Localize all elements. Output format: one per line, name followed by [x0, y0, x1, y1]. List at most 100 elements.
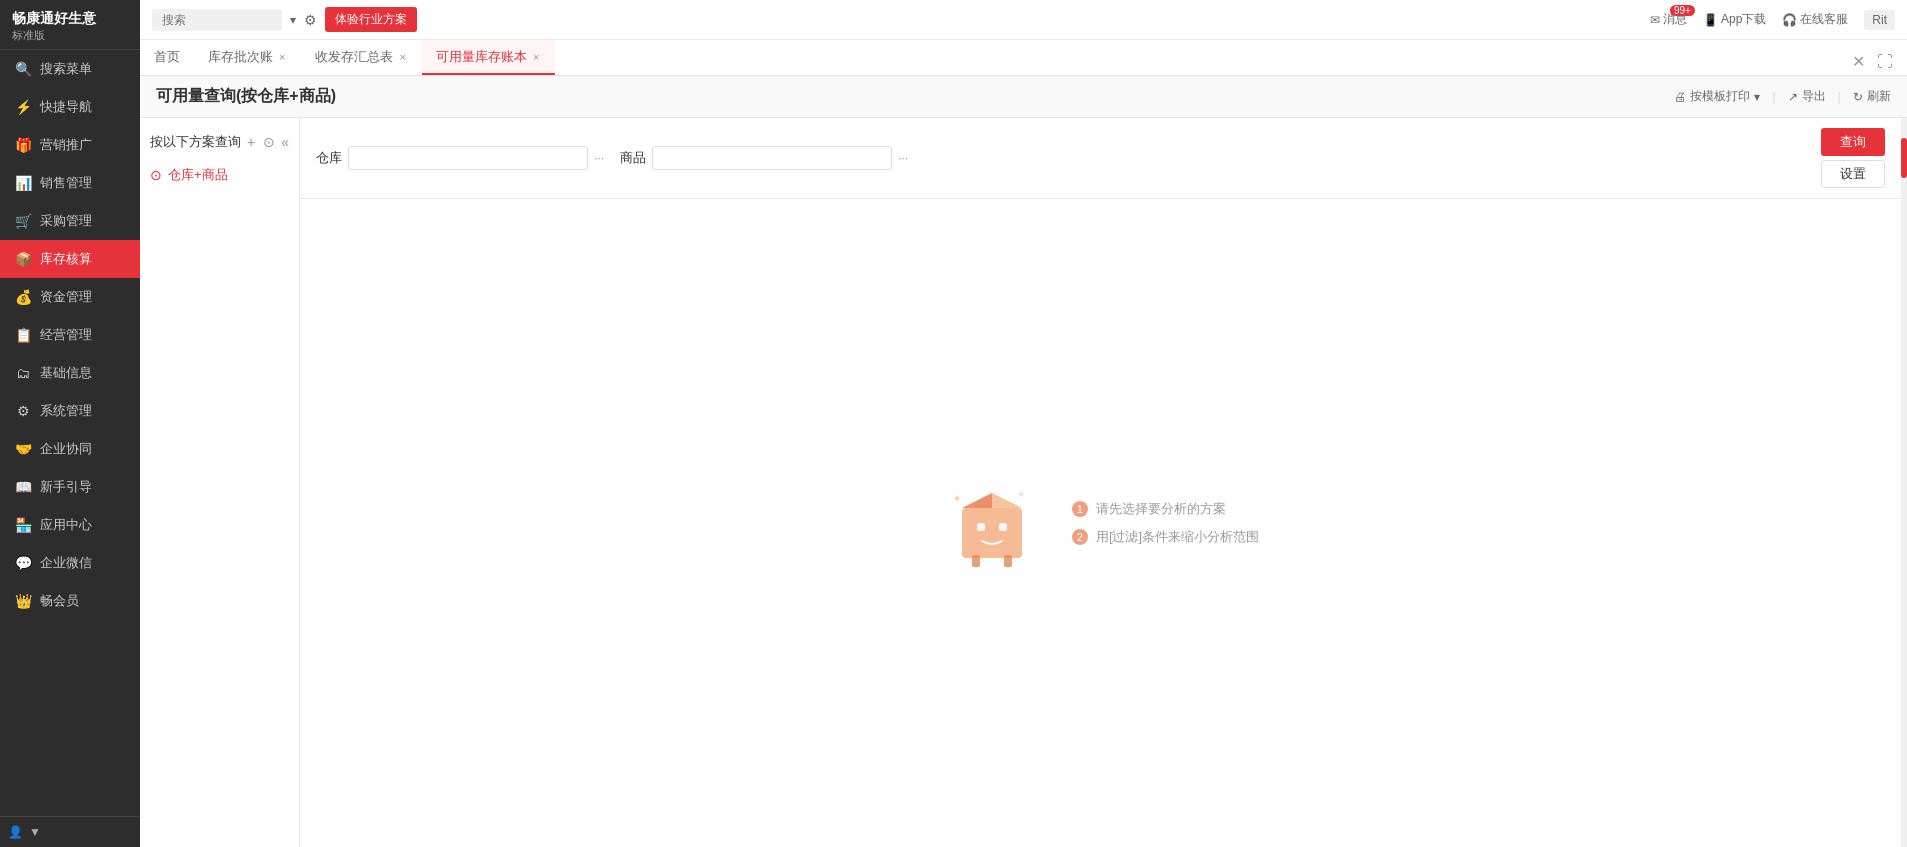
app-subtitle: 标准版: [12, 28, 128, 43]
tabs-container: 首页库存批次账×收发存汇总表× 可用量库存账本 ×: [140, 40, 555, 75]
sidebar-item-enterprise[interactable]: 🤝企业协同: [0, 430, 140, 468]
tab-label-home: 首页: [154, 48, 180, 66]
sidebar-bottom: 👤 ▼: [0, 816, 140, 847]
app-download-btn[interactable]: 📱 App下载: [1703, 11, 1766, 28]
filter-header: 按以下方案查询 + ⊙ «: [140, 128, 299, 160]
hint2: 2 用[过滤]条件来缩小分析范围: [1072, 528, 1259, 546]
filter-row: 仓库 ··· 商品 ··· 查询 设置: [300, 118, 1901, 199]
settings-btn[interactable]: 设置: [1821, 160, 1885, 188]
phone-icon: 📱: [1703, 13, 1718, 27]
refresh-icon: ↻: [1853, 90, 1863, 104]
collapse-panel-btn[interactable]: «: [281, 132, 289, 152]
svg-rect-0: [962, 508, 1022, 558]
sidebar-item-marketing-promo[interactable]: 🎁营销推广: [0, 126, 140, 164]
topbar: ▾ ⚙ 体验行业方案 ✉ 消息 99+ 📱 App下载 🎧 在线客服 Rit: [140, 0, 1907, 40]
svg-rect-6: [1004, 555, 1012, 567]
search-input[interactable]: [152, 9, 282, 31]
tab-available-stock[interactable]: 可用量库存账本 ×: [422, 40, 555, 75]
print-btn[interactable]: 🖨 按模板打印 ▾: [1674, 88, 1760, 105]
sidebar-icon-basic: 🗂: [14, 365, 32, 381]
filter-action-buttons: 查询 设置: [1821, 128, 1885, 188]
close-window-btn[interactable]: ✕: [1848, 48, 1869, 75]
warehouse-more-btn[interactable]: ···: [594, 151, 604, 165]
sidebar-item-newbie[interactable]: 📖新手引导: [0, 468, 140, 506]
scrollbar[interactable]: [1901, 118, 1907, 847]
username-label: Rit: [1872, 13, 1887, 27]
messages-btn[interactable]: ✉ 消息 99+: [1650, 11, 1687, 28]
page-content: 可用量查询(按仓库+商品) 🖨 按模板打印 ▾ | ↗ 导出 | ↻ 刷新: [140, 76, 1907, 847]
tab-home[interactable]: 首页: [140, 40, 194, 75]
service-label: 在线客服: [1800, 11, 1848, 28]
warehouse-field: 仓库 ···: [316, 146, 604, 170]
tab-label-available-stock: 可用量库存账本: [436, 48, 527, 66]
sidebar-icon-appstore: 🏪: [14, 517, 32, 533]
headset-icon: 🎧: [1782, 13, 1797, 27]
product-field: 商品 ···: [620, 146, 908, 170]
sidebar-item-system[interactable]: ⚙系统管理: [0, 392, 140, 430]
sidebar-label-basic: 基础信息: [40, 364, 92, 382]
industry-solution-btn[interactable]: 体验行业方案: [325, 7, 417, 32]
query-btn[interactable]: 查询: [1821, 128, 1885, 156]
refresh-btn[interactable]: ↻ 刷新: [1853, 88, 1891, 105]
sidebar-icon-inventory: 📦: [14, 251, 32, 267]
sidebar-label-marketing-promo: 营销推广: [40, 136, 92, 154]
tab-batch-account[interactable]: 库存批次账×: [194, 40, 301, 75]
product-input[interactable]: [652, 146, 892, 170]
scheme-item-warehouse-product[interactable]: ⊙ 仓库+商品: [140, 160, 299, 190]
search-dropdown-btn[interactable]: ▾: [290, 13, 296, 27]
sidebar-item-sales[interactable]: 📊 销售管理: [0, 164, 140, 202]
expand-window-btn[interactable]: ⛶: [1873, 49, 1897, 75]
print-icon: 🖨: [1674, 90, 1686, 104]
sidebar-item-appstore[interactable]: 🏪应用中心: [0, 506, 140, 544]
sidebar-scroll-down[interactable]: ▼: [29, 825, 41, 839]
settings-gear-btn[interactable]: ⚙: [304, 12, 317, 28]
tab-stock-summary[interactable]: 收发存汇总表×: [301, 40, 421, 75]
hint2-text: 用[过滤]条件来缩小分析范围: [1096, 528, 1259, 546]
sidebar-item-operation[interactable]: 📋经营管理: [0, 316, 140, 354]
sidebar-nav: 🔍搜索菜单⚡快捷导航🎁营销推广 📊 销售管理 🛒采购管理 📦 库存核算 💰资金管理📋经营管理…: [0, 50, 140, 816]
sidebar-item-shortcut[interactable]: ⚡快捷导航: [0, 88, 140, 126]
main-area: ▾ ⚙ 体验行业方案 ✉ 消息 99+ 📱 App下载 🎧 在线客服 Rit 首…: [140, 0, 1907, 847]
sidebar-item-wechat[interactable]: 💬企业微信: [0, 544, 140, 582]
sidebar-item-inventory[interactable]: 📦 库存核算: [0, 240, 140, 278]
scheme-item-icon: ⊙: [150, 167, 162, 183]
sidebar-label-sales: 销售管理: [40, 174, 92, 192]
sidebar-label-shortcut: 快捷导航: [40, 98, 92, 116]
online-service-btn[interactable]: 🎧 在线客服: [1782, 11, 1848, 28]
svg-marker-1: [962, 493, 992, 508]
filter-scheme-panel: 按以下方案查询 + ⊙ « ⊙ 仓库+商品: [140, 118, 300, 847]
user-info[interactable]: Rit: [1864, 10, 1895, 30]
tabs-bar: 首页库存批次账×收发存汇总表× 可用量库存账本 × ✕ ⛶: [140, 40, 1907, 76]
message-icon: ✉: [1650, 13, 1660, 27]
sidebar-label-inventory: 库存核算: [40, 250, 92, 268]
sidebar-item-funds[interactable]: 💰资金管理: [0, 278, 140, 316]
sidebar-item-purchase[interactable]: 🛒采购管理: [0, 202, 140, 240]
warehouse-input[interactable]: [348, 146, 588, 170]
tab-close-available-stock[interactable]: ×: [531, 50, 541, 64]
tab-close-batch-account[interactable]: ×: [277, 50, 287, 64]
add-scheme-btn[interactable]: +: [245, 132, 257, 152]
filter-header-label: 按以下方案查询: [150, 133, 241, 151]
divider2: |: [1838, 89, 1841, 104]
main-content: 按以下方案查询 + ⊙ « ⊙ 仓库+商品 仓库: [140, 118, 1907, 847]
tab-close-stock-summary[interactable]: ×: [397, 50, 407, 64]
sidebar-icon-purchase: 🛒: [14, 213, 32, 229]
page-header: 可用量查询(按仓库+商品) 🖨 按模板打印 ▾ | ↗ 导出 | ↻ 刷新: [140, 76, 1907, 118]
sidebar-label-search: 搜索菜单: [40, 60, 92, 78]
sidebar-icon-member: 👑: [14, 593, 32, 609]
product-more-btn[interactable]: ···: [898, 151, 908, 165]
sidebar-label-wechat: 企业微信: [40, 554, 92, 572]
sidebar-item-basic[interactable]: 🗂 基础信息: [0, 354, 140, 392]
query-panel: 仓库 ··· 商品 ··· 查询 设置: [300, 118, 1901, 847]
sidebar-label-operation: 经营管理: [40, 326, 92, 344]
scheme-settings-btn[interactable]: ⊙: [261, 132, 277, 152]
sidebar-item-search[interactable]: 🔍搜索菜单: [0, 50, 140, 88]
sidebar-item-member[interactable]: 👑 畅会员: [0, 582, 140, 620]
page-header-actions: 🖨 按模板打印 ▾ | ↗ 导出 | ↻ 刷新: [1674, 88, 1891, 105]
scrollbar-thumb: [1901, 138, 1907, 178]
sidebar-icon-sales: 📊: [14, 175, 32, 191]
sidebar-icon-funds: 💰: [14, 289, 32, 305]
sidebar-label-member: 畅会员: [40, 592, 79, 610]
export-btn[interactable]: ↗ 导出: [1788, 88, 1826, 105]
step2-badge: 2: [1072, 529, 1088, 545]
